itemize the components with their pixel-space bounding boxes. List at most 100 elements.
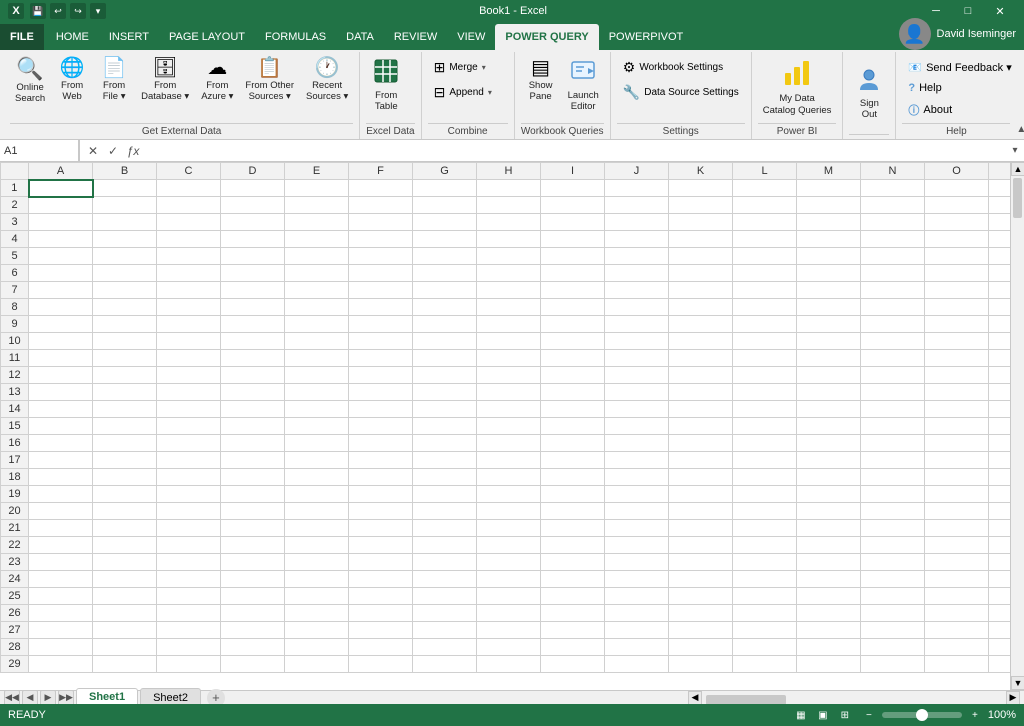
cell-F15[interactable] <box>349 418 413 435</box>
cell-A29[interactable] <box>29 656 93 673</box>
cell-A9[interactable] <box>29 316 93 333</box>
cell-N4[interactable] <box>861 231 925 248</box>
zoom-slider-thumb[interactable] <box>916 709 928 721</box>
expand-formula-bar-button[interactable]: ▾ <box>1006 145 1024 156</box>
cell-A6[interactable] <box>29 265 93 282</box>
cell-F21[interactable] <box>349 520 413 537</box>
cell-G11[interactable] <box>413 350 477 367</box>
cell-P15[interactable] <box>989 418 1011 435</box>
row-header-28[interactable]: 28 <box>1 639 29 656</box>
cell-G24[interactable] <box>413 571 477 588</box>
redo-icon[interactable]: ↪ <box>70 3 86 19</box>
cell-J25[interactable] <box>605 588 669 605</box>
cell-K29[interactable] <box>669 656 733 673</box>
cell-P23[interactable] <box>989 554 1011 571</box>
cell-H12[interactable] <box>477 367 541 384</box>
tab-data[interactable]: DATA <box>336 24 384 50</box>
cell-D23[interactable] <box>221 554 285 571</box>
cell-F5[interactable] <box>349 248 413 265</box>
cell-K9[interactable] <box>669 316 733 333</box>
cell-M18[interactable] <box>797 469 861 486</box>
cell-H15[interactable] <box>477 418 541 435</box>
cell-P4[interactable] <box>989 231 1011 248</box>
cell-K16[interactable] <box>669 435 733 452</box>
cell-A23[interactable] <box>29 554 93 571</box>
cell-L6[interactable] <box>733 265 797 282</box>
cell-O17[interactable] <box>925 452 989 469</box>
cell-K2[interactable] <box>669 197 733 214</box>
cell-I2[interactable] <box>541 197 605 214</box>
cell-A20[interactable] <box>29 503 93 520</box>
cell-G21[interactable] <box>413 520 477 537</box>
cell-C13[interactable] <box>157 384 221 401</box>
from-azure-button[interactable]: ☁ FromAzure ▾ <box>196 54 238 107</box>
cell-B26[interactable] <box>93 605 157 622</box>
cell-O23[interactable] <box>925 554 989 571</box>
cell-E18[interactable] <box>285 469 349 486</box>
tab-formulas[interactable]: FORMULAS <box>255 24 336 50</box>
cell-P26[interactable] <box>989 605 1011 622</box>
cell-L5[interactable] <box>733 248 797 265</box>
cell-P6[interactable] <box>989 265 1011 282</box>
cell-P28[interactable] <box>989 639 1011 656</box>
cell-I24[interactable] <box>541 571 605 588</box>
cell-D1[interactable] <box>221 180 285 197</box>
cell-G13[interactable] <box>413 384 477 401</box>
row-header-22[interactable]: 22 <box>1 537 29 554</box>
cell-O4[interactable] <box>925 231 989 248</box>
cell-N23[interactable] <box>861 554 925 571</box>
cell-A21[interactable] <box>29 520 93 537</box>
cell-F18[interactable] <box>349 469 413 486</box>
from-other-sources-button[interactable]: 📋 From OtherSources ▾ <box>240 54 299 107</box>
cell-H29[interactable] <box>477 656 541 673</box>
cell-J9[interactable] <box>605 316 669 333</box>
cell-P1[interactable] <box>989 180 1011 197</box>
cell-C27[interactable] <box>157 622 221 639</box>
sheet-nav-first-button[interactable]: ◀◀ <box>4 690 20 705</box>
cell-P5[interactable] <box>989 248 1011 265</box>
spreadsheet-area[interactable]: A B C D E F G H I J K L M <box>0 162 1010 690</box>
cell-K1[interactable] <box>669 180 733 197</box>
cell-A22[interactable] <box>29 537 93 554</box>
online-search-button[interactable]: 🔍 OnlineSearch <box>10 54 50 109</box>
cell-M19[interactable] <box>797 486 861 503</box>
cell-O7[interactable] <box>925 282 989 299</box>
cell-I27[interactable] <box>541 622 605 639</box>
cell-N12[interactable] <box>861 367 925 384</box>
cell-B23[interactable] <box>93 554 157 571</box>
col-header-J[interactable]: J <box>605 163 669 180</box>
cell-E6[interactable] <box>285 265 349 282</box>
cell-A17[interactable] <box>29 452 93 469</box>
row-header-11[interactable]: 11 <box>1 350 29 367</box>
cell-K24[interactable] <box>669 571 733 588</box>
cell-D14[interactable] <box>221 401 285 418</box>
cell-D3[interactable] <box>221 214 285 231</box>
row-header-29[interactable]: 29 <box>1 656 29 673</box>
cell-N16[interactable] <box>861 435 925 452</box>
cell-E9[interactable] <box>285 316 349 333</box>
cell-D6[interactable] <box>221 265 285 282</box>
customize-qat-icon[interactable]: ▾ <box>90 3 106 19</box>
cell-N6[interactable] <box>861 265 925 282</box>
cell-B21[interactable] <box>93 520 157 537</box>
cell-K21[interactable] <box>669 520 733 537</box>
cell-H3[interactable] <box>477 214 541 231</box>
cell-O8[interactable] <box>925 299 989 316</box>
row-header-4[interactable]: 4 <box>1 231 29 248</box>
cell-C5[interactable] <box>157 248 221 265</box>
from-table-button[interactable]: FromTable <box>366 54 406 117</box>
cell-O12[interactable] <box>925 367 989 384</box>
cell-O16[interactable] <box>925 435 989 452</box>
cell-P10[interactable] <box>989 333 1011 350</box>
cell-F29[interactable] <box>349 656 413 673</box>
cell-M4[interactable] <box>797 231 861 248</box>
zoom-out-button[interactable]: − <box>860 706 878 724</box>
cell-N25[interactable] <box>861 588 925 605</box>
cell-A19[interactable] <box>29 486 93 503</box>
col-header-C[interactable]: C <box>157 163 221 180</box>
cell-N19[interactable] <box>861 486 925 503</box>
row-header-12[interactable]: 12 <box>1 367 29 384</box>
formula-input[interactable] <box>146 140 1006 161</box>
cell-A28[interactable] <box>29 639 93 656</box>
tab-powerpivot[interactable]: POWERPIVOT <box>599 24 694 50</box>
